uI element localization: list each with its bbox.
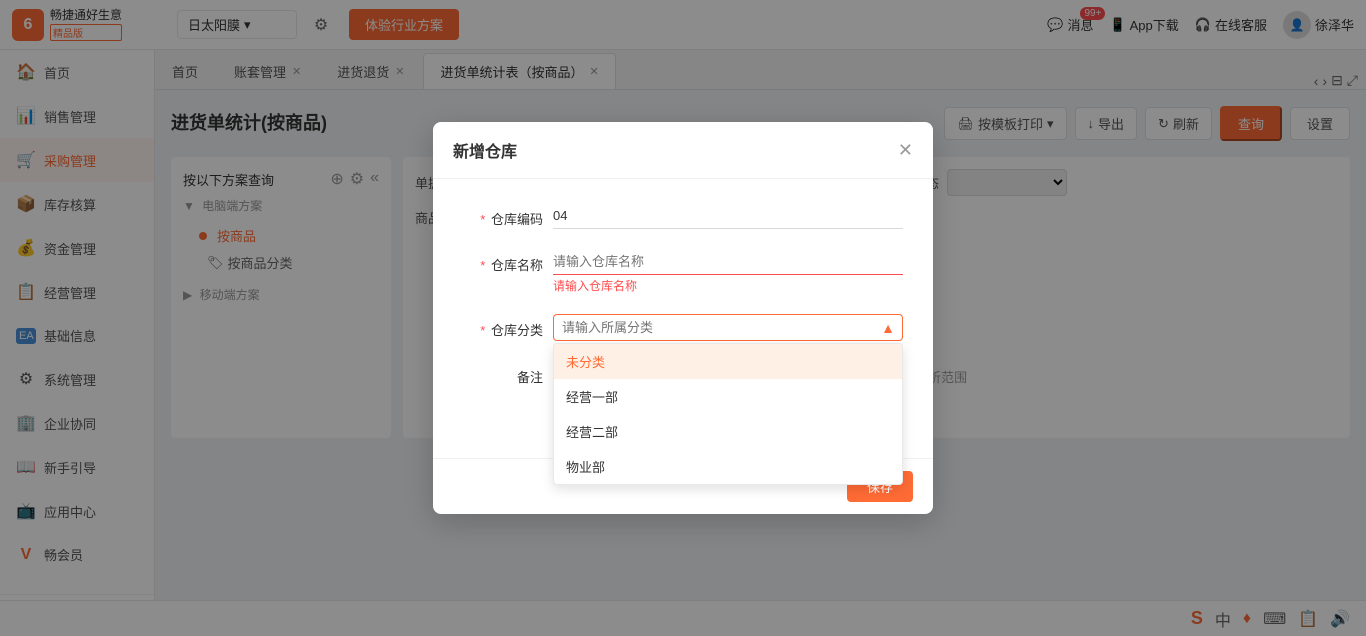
category-select-wrapper: ▲ 未分类 经营一部 经营二部 物业部 [553,314,903,341]
name-label: * 仓库名称 [463,249,553,274]
category-dropdown: 未分类 经营一部 经营二部 物业部 [553,343,903,485]
dropdown-item-dept2[interactable]: 经营二部 [554,414,902,449]
form-row-name: * 仓库名称 请输入仓库名称 [463,249,903,294]
code-label: * 仓库编码 [463,203,553,228]
category-label: * 仓库分类 [463,314,553,339]
dialog-close-icon[interactable]: ✕ [898,140,913,161]
required-mark: * [480,323,485,338]
dialog-body: * 仓库编码 * 仓库名称 请输入仓库名称 [433,179,933,458]
name-input[interactable] [553,249,903,275]
dropdown-item-uncategorized[interactable]: 未分类 [554,344,902,379]
dropdown-item-property[interactable]: 物业部 [554,449,902,484]
dialog-new-warehouse: 新增仓库 ✕ * 仓库编码 * 仓库名称 [433,122,933,514]
dropdown-item-dept1[interactable]: 经营一部 [554,379,902,414]
required-mark: * [480,258,485,273]
name-error-message: 请输入仓库名称 [553,277,903,294]
dialog-title: 新增仓库 [453,138,517,162]
dialog-header: 新增仓库 ✕ [433,122,933,179]
form-row-code: * 仓库编码 [463,203,903,229]
dialog-overlay: 新增仓库 ✕ * 仓库编码 * 仓库名称 [0,0,1366,636]
code-field [553,203,903,229]
required-mark: * [480,212,485,227]
code-input[interactable] [553,203,903,229]
category-field: ▲ 未分类 经营一部 经营二部 物业部 [553,314,903,341]
form-row-category: * 仓库分类 ▲ 未分类 经营一部 经营二部 物业部 [463,314,903,341]
category-input[interactable] [553,314,903,341]
name-field: 请输入仓库名称 [553,249,903,294]
note-label: 备注 [463,361,553,386]
